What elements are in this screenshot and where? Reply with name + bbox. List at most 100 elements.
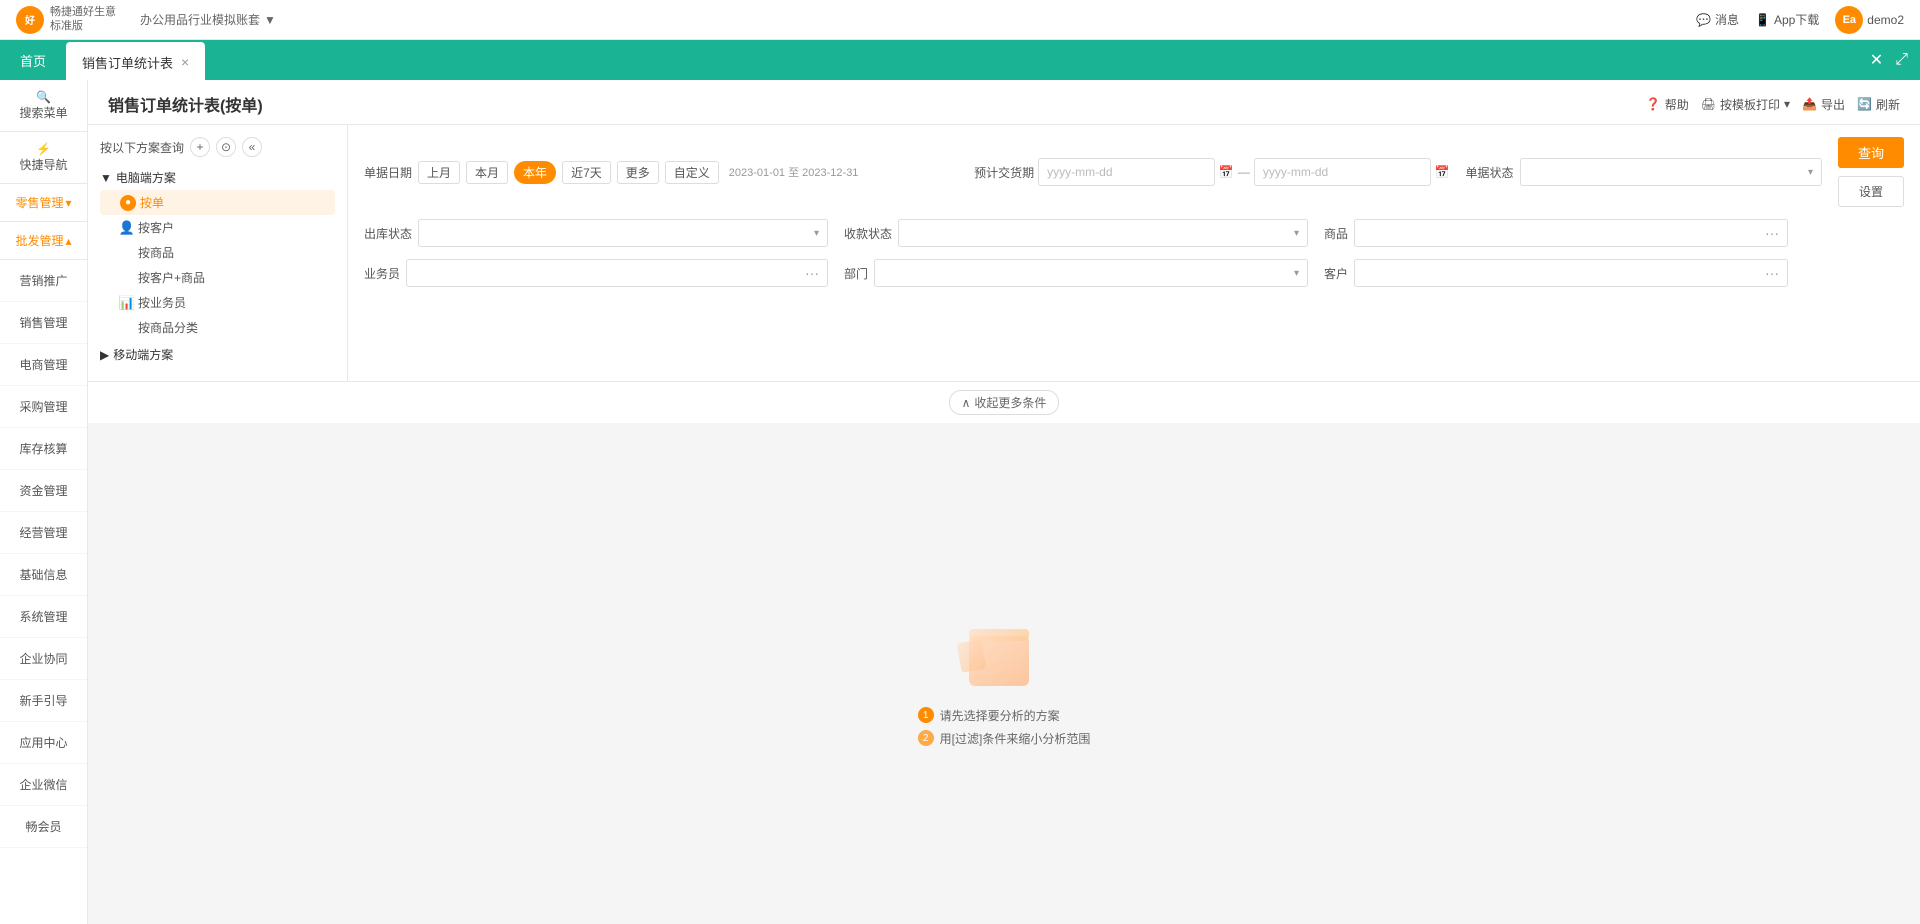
- sidebar-item-sales[interactable]: 销售管理: [0, 302, 87, 344]
- message-button[interactable]: 💬 消息: [1696, 11, 1739, 28]
- date-btn-this-month[interactable]: 本月: [466, 161, 508, 184]
- tab-sales-order[interactable]: 销售订单统计表 ×: [66, 42, 205, 82]
- app-download-button[interactable]: 📱 App下载: [1755, 11, 1819, 28]
- sidebar-item-appcenter[interactable]: 应用中心: [0, 722, 87, 764]
- department-select[interactable]: ▾: [874, 259, 1308, 287]
- date-btn-last-month[interactable]: 上月: [418, 161, 460, 184]
- sidebar-item-retail[interactable]: 零售管理 ▾: [0, 184, 87, 222]
- scheme-item-icon: ●: [120, 195, 136, 211]
- main-layout: 🔍 搜索菜单 ⚡ 快捷导航 零售管理 ▾ 批发管理 ▴ 营销推广 销售管理 电商…: [0, 80, 1920, 924]
- breadcrumb[interactable]: 办公用品行业模拟账套 ▼: [140, 11, 276, 28]
- sidebar-item-search[interactable]: 🔍 搜索菜单: [0, 80, 87, 132]
- cal-start-icon[interactable]: 📅: [1219, 165, 1234, 179]
- collapse-button[interactable]: ∧ 收起更多条件: [949, 390, 1060, 415]
- sidebar-item-marketing[interactable]: 营销推广: [0, 260, 87, 302]
- print-arrow-icon: ▾: [1784, 97, 1790, 111]
- sidebar-item-inventory[interactable]: 库存核算: [0, 428, 87, 470]
- sidebar-item-operation[interactable]: 经营管理: [0, 512, 87, 554]
- tab-close-all-icon[interactable]: ✕: [1870, 50, 1883, 70]
- customer-ellipsis-icon: ···: [1765, 265, 1779, 281]
- scheme-panel: 按以下方案查询 + ⊙ «: [88, 125, 348, 381]
- date-btn-7days[interactable]: 近7天: [562, 161, 611, 184]
- help-button[interactable]: ❓ 帮助: [1646, 96, 1689, 113]
- app-icon: 📱: [1755, 13, 1770, 27]
- sidebar-item-purchase[interactable]: 采购管理: [0, 386, 87, 428]
- tab-close-icon[interactable]: ×: [181, 54, 189, 70]
- out-status-select[interactable]: ▾: [418, 219, 828, 247]
- scheme-item-icon-custgoods: ⊞: [120, 271, 134, 285]
- out-status-label: 出库状态: [364, 225, 412, 242]
- sidebar-item-wholesale[interactable]: 批发管理 ▴: [0, 222, 87, 260]
- tab-bar: 首页 销售订单统计表 × ✕ ⤢: [0, 40, 1920, 80]
- scheme-item-by-customer[interactable]: 👤 按客户: [100, 215, 335, 240]
- sidebar: 🔍 搜索菜单 ⚡ 快捷导航 零售管理 ▾ 批发管理 ▴ 营销推广 销售管理 电商…: [0, 80, 88, 924]
- query-button[interactable]: 查询: [1838, 137, 1904, 168]
- scheme-group-mobile-header[interactable]: ▶ 移动端方案: [100, 342, 335, 367]
- scheme-settings-button[interactable]: ⊙: [216, 137, 236, 157]
- page-header-actions: ❓ 帮助 🖨 按模板打印 ▾ 📤 导出 🔄 刷新: [1646, 96, 1900, 113]
- pay-status-select[interactable]: ▾: [898, 219, 1308, 247]
- sidebar-item-newbie[interactable]: 新手引导: [0, 680, 87, 722]
- sidebar-item-ecommerce[interactable]: 电商管理: [0, 344, 87, 386]
- scheme-item-by-order[interactable]: ● 按单: [100, 190, 335, 215]
- empty-illustration: [954, 601, 1054, 691]
- message-icon: 💬: [1696, 13, 1711, 27]
- sidebar-item-member[interactable]: 畅会员: [0, 806, 87, 848]
- settings-button[interactable]: 设置: [1838, 176, 1904, 207]
- sidebar-item-finance[interactable]: 资金管理: [0, 470, 87, 512]
- sidebar-item-wechat[interactable]: 企业微信: [0, 764, 87, 806]
- scheme-item-by-goods-category[interactable]: ⊟ 按商品分类: [100, 315, 335, 340]
- goods-label: 商品: [1324, 225, 1348, 242]
- scheme-item-icon-category: ⊟: [120, 321, 134, 335]
- filter-salesperson-group: 业务员 ···: [364, 259, 828, 287]
- tab-bar-right: ✕ ⤢: [1870, 50, 1920, 70]
- filter-row-2: 出库状态 ▾ 收款状态 ▾: [364, 219, 1904, 247]
- sidebar-item-quicknav[interactable]: ⚡ 快捷导航: [0, 132, 87, 184]
- filter-action-buttons: 查询 设置: [1838, 137, 1904, 207]
- scheme-item-icon-customer: 👤: [120, 221, 134, 235]
- filter-panel: 单据日期 上月 本月 本年 近7天 更多 自定义 2023-01-01 至 20…: [348, 125, 1920, 381]
- pay-status-arrow-icon: ▾: [1294, 228, 1299, 239]
- scheme-list: ▼ 电脑端方案 ● 按单 👤 按客户: [100, 165, 335, 367]
- date-btn-more[interactable]: 更多: [617, 161, 659, 184]
- sidebar-item-basic[interactable]: 基础信息: [0, 554, 87, 596]
- export-button[interactable]: 📤 导出: [1802, 96, 1845, 113]
- expected-date-end[interactable]: yyyy-mm-dd: [1254, 158, 1431, 186]
- date-btn-this-year[interactable]: 本年: [514, 161, 556, 184]
- sidebar-item-cooperation[interactable]: 企业协同: [0, 638, 87, 680]
- top-bar: 好 畅捷通好生意 标准版 办公用品行业模拟账套 ▼ 💬 消息 📱 App下载 E…: [0, 0, 1920, 40]
- export-icon: 📤: [1802, 97, 1817, 111]
- empty-tip-1: 1 请先选择要分析的方案: [918, 707, 1091, 724]
- print-button[interactable]: 🖨 按模板打印 ▾: [1701, 96, 1790, 113]
- goods-select[interactable]: ···: [1354, 219, 1788, 247]
- user-menu[interactable]: Ea demo2: [1835, 6, 1904, 34]
- logo-area: 好 畅捷通好生意 标准版: [16, 6, 116, 34]
- scheme-item-by-goods[interactable]: ⊞ 按商品: [100, 240, 335, 265]
- scheme-item-icon-sales: 📊: [120, 296, 134, 310]
- scheme-add-button[interactable]: +: [190, 137, 210, 157]
- sidebar-item-system[interactable]: 系统管理: [0, 596, 87, 638]
- print-icon: 🖨: [1701, 97, 1716, 111]
- tab-home[interactable]: 首页: [0, 40, 66, 80]
- customer-select[interactable]: ···: [1354, 259, 1788, 287]
- date-range-display: 2023-01-01 至 2023-12-31: [729, 164, 859, 180]
- filter-doc-status-group: 单据状态 ▾: [1465, 158, 1822, 186]
- salesperson-select[interactable]: ···: [406, 259, 828, 287]
- refresh-button[interactable]: 🔄 刷新: [1857, 96, 1900, 113]
- scheme-item-by-customer-goods[interactable]: ⊞ 按客户+商品: [100, 265, 335, 290]
- tab-maximize-icon[interactable]: ⤢: [1895, 51, 1908, 69]
- quicknav-icon: ⚡: [8, 142, 79, 156]
- expected-date-start[interactable]: yyyy-mm-dd: [1038, 158, 1215, 186]
- department-arrow-icon: ▾: [1294, 268, 1299, 279]
- scheme-group-desktop-header[interactable]: ▼ 电脑端方案: [100, 165, 335, 190]
- doc-status-select[interactable]: ▾: [1520, 158, 1822, 186]
- collapse-icon: ∧: [962, 396, 971, 410]
- scheme-item-by-salesperson[interactable]: 📊 按业务员: [100, 290, 335, 315]
- filter-row-3: 业务员 ··· 部门 ▾: [364, 259, 1904, 287]
- pay-status-label: 收款状态: [844, 225, 892, 242]
- empty-tips: 1 请先选择要分析的方案 2 用[过滤]条件来缩小分析范围: [918, 707, 1091, 747]
- date-btn-custom[interactable]: 自定义: [665, 161, 719, 184]
- cal-end-icon[interactable]: 📅: [1435, 165, 1450, 179]
- scheme-group-desktop: ▼ 电脑端方案 ● 按单 👤 按客户: [100, 165, 335, 340]
- scheme-collapse-button[interactable]: «: [242, 137, 262, 157]
